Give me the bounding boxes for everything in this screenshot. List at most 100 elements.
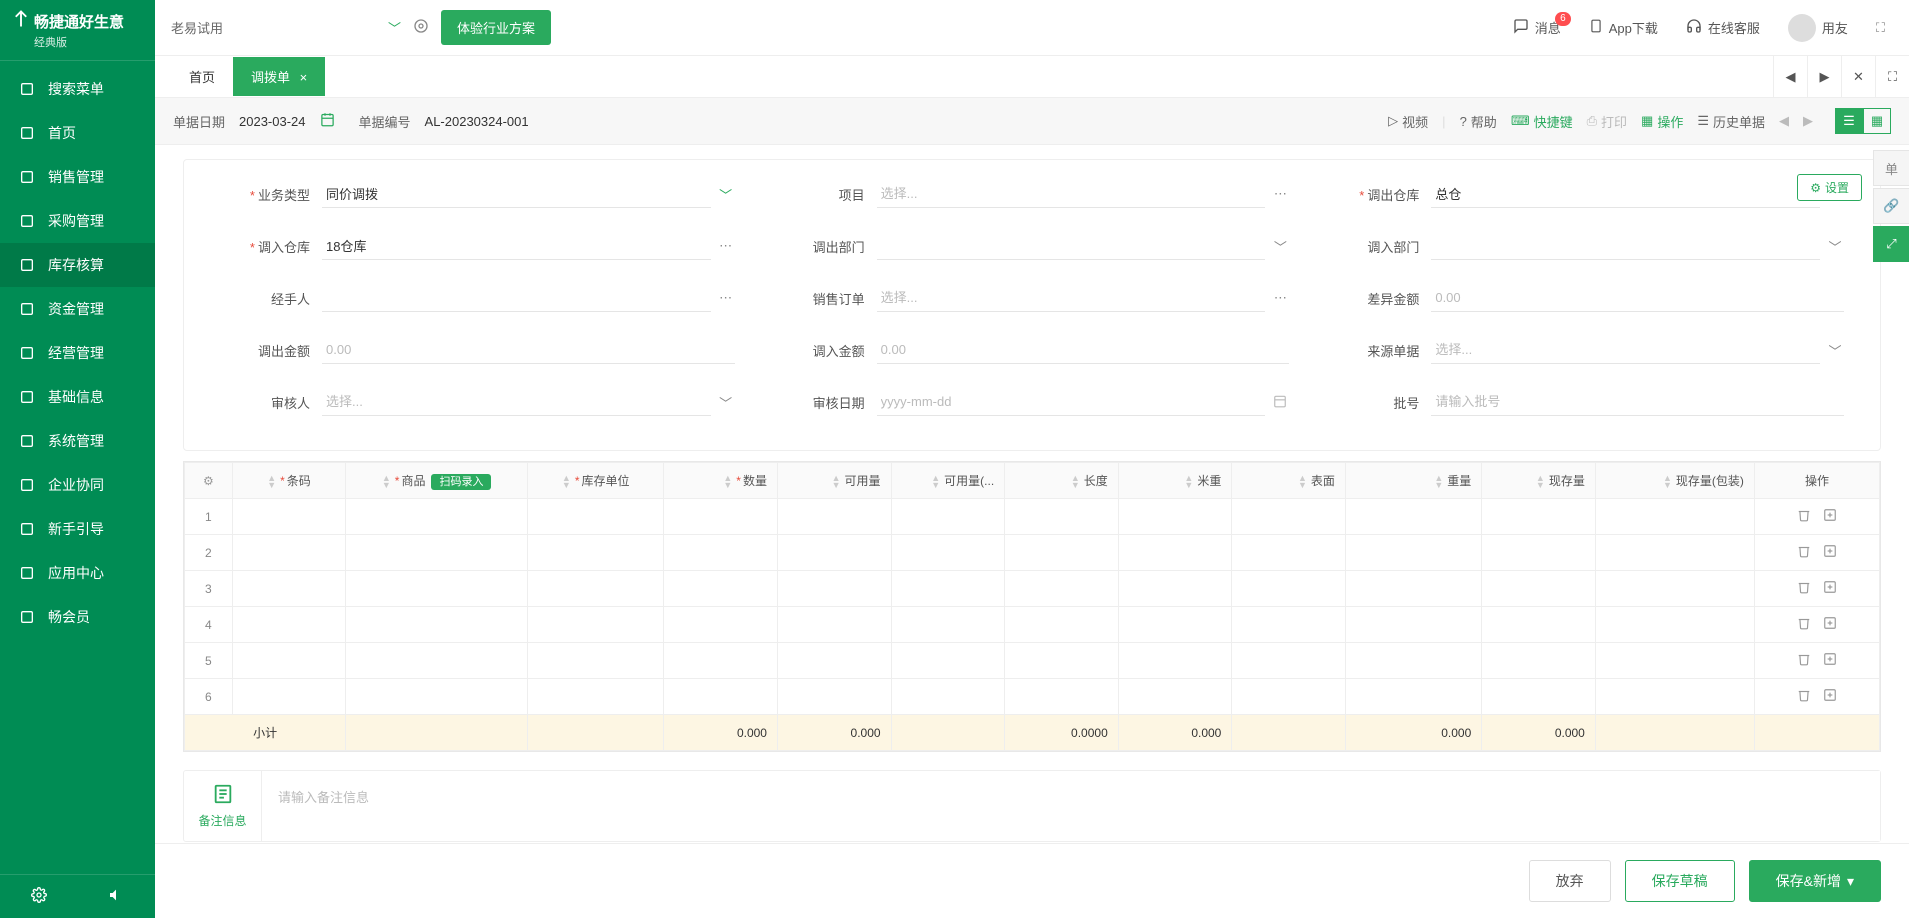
cell[interactable] [1595, 499, 1754, 535]
add-icon[interactable] [1823, 508, 1837, 525]
cell[interactable] [1005, 535, 1119, 571]
sidebar-item-11[interactable]: 应用中心 [0, 551, 155, 595]
view-list[interactable]: ☰ [1835, 108, 1863, 134]
table-row[interactable]: 5 [185, 643, 1880, 679]
form-settings-button[interactable]: ⚙ 设置 [1797, 174, 1862, 201]
tabs-next[interactable]: ▶ [1807, 56, 1841, 98]
chevron-down-icon[interactable]: ﹀ [1826, 341, 1844, 360]
cell[interactable] [1118, 607, 1232, 643]
cell[interactable] [528, 571, 664, 607]
print-action[interactable]: ⎙打印 [1587, 112, 1627, 131]
save-draft-button[interactable]: 保存草稿 [1625, 860, 1735, 902]
cell[interactable] [1595, 643, 1754, 679]
input-project[interactable] [877, 180, 1266, 208]
cell[interactable] [528, 607, 664, 643]
add-icon[interactable] [1823, 652, 1837, 669]
sidebar-item-9[interactable]: 企业协同 [0, 463, 155, 507]
tabs-expand[interactable]: ⛶ [1875, 56, 1909, 98]
scan-button[interactable]: 扫码录入 [431, 474, 491, 490]
delete-icon[interactable] [1797, 544, 1811, 561]
cell[interactable] [891, 643, 1005, 679]
cell[interactable] [1232, 499, 1346, 535]
cell[interactable] [1005, 499, 1119, 535]
cell[interactable] [664, 643, 778, 679]
cell[interactable] [664, 679, 778, 715]
col-stock[interactable]: ▲▼现存量 [1482, 463, 1596, 499]
col-avail-pkg[interactable]: ▲▼可用量(... [891, 463, 1005, 499]
sidebar-item-1[interactable]: 首页 [0, 111, 155, 155]
save-new-button[interactable]: 保存&新增 ▾ [1749, 860, 1881, 902]
cell[interactable] [1232, 679, 1346, 715]
input-in-dept[interactable] [1431, 232, 1820, 260]
sidebar-item-8[interactable]: 系统管理 [0, 419, 155, 463]
rail-expand-icon[interactable]: ⤢ [1873, 226, 1909, 262]
cell[interactable] [1482, 499, 1596, 535]
cell[interactable] [232, 571, 346, 607]
cell[interactable] [528, 499, 664, 535]
sidebar-item-2[interactable]: 销售管理 [0, 155, 155, 199]
more-icon[interactable]: ⋯ [1271, 186, 1289, 202]
cell[interactable] [346, 535, 528, 571]
cell[interactable] [777, 499, 891, 535]
cell[interactable] [232, 607, 346, 643]
messages-button[interactable]: 消息 6 [1505, 18, 1569, 37]
cell[interactable] [528, 535, 664, 571]
add-icon[interactable] [1823, 580, 1837, 597]
cell[interactable] [232, 499, 346, 535]
cell[interactable] [777, 643, 891, 679]
cell[interactable] [1482, 607, 1596, 643]
cell[interactable] [1005, 679, 1119, 715]
cell[interactable] [232, 643, 346, 679]
col-meter-weight[interactable]: ▲▼米重 [1118, 463, 1232, 499]
col-settings[interactable]: ⚙ [185, 463, 233, 499]
cell[interactable] [891, 607, 1005, 643]
cell[interactable] [1482, 571, 1596, 607]
sidebar-item-12[interactable]: 畅会员 [0, 595, 155, 639]
table-row[interactable]: 1 [185, 499, 1880, 535]
cell[interactable] [1232, 535, 1346, 571]
video-action[interactable]: ▷视频 [1388, 112, 1428, 131]
industry-plan-button[interactable]: 体验行业方案 [441, 10, 551, 45]
cell[interactable] [1482, 679, 1596, 715]
cell[interactable] [1595, 571, 1754, 607]
cell[interactable] [232, 535, 346, 571]
col-product[interactable]: ▲▼*商品扫码录入 [346, 463, 528, 499]
cell[interactable] [891, 679, 1005, 715]
cell[interactable] [777, 535, 891, 571]
cell[interactable] [1345, 643, 1481, 679]
chevron-down-icon[interactable]: ﹀ [1826, 237, 1844, 256]
cell[interactable] [1232, 643, 1346, 679]
col-weight[interactable]: ▲▼重量 [1345, 463, 1481, 499]
add-icon[interactable] [1823, 544, 1837, 561]
cell[interactable] [1595, 535, 1754, 571]
tabs-prev[interactable]: ◀ [1773, 56, 1807, 98]
rail-link-icon[interactable]: 🔗 [1873, 188, 1909, 224]
prev-record[interactable]: ◀ [1779, 113, 1789, 129]
add-icon[interactable] [1823, 688, 1837, 705]
col-stock-pkg[interactable]: ▲▼现存量(包装) [1595, 463, 1754, 499]
sidebar-item-5[interactable]: 资金管理 [0, 287, 155, 331]
delete-icon[interactable] [1797, 616, 1811, 633]
cell[interactable] [1345, 571, 1481, 607]
cell[interactable] [891, 571, 1005, 607]
col-surface[interactable]: ▲▼表面 [1232, 463, 1346, 499]
table-row[interactable]: 6 [185, 679, 1880, 715]
help-action[interactable]: ?帮助 [1460, 112, 1497, 131]
cell[interactable] [664, 499, 778, 535]
cell[interactable] [1118, 535, 1232, 571]
input-in-wh[interactable] [322, 232, 711, 260]
add-icon[interactable] [1823, 616, 1837, 633]
col-barcode[interactable]: ▲▼*条码 [232, 463, 346, 499]
cell[interactable] [1482, 535, 1596, 571]
history-action[interactable]: ☰历史单据 [1697, 112, 1765, 131]
cell[interactable] [891, 535, 1005, 571]
input-reviewer[interactable] [322, 388, 711, 416]
fullscreen-icon[interactable]: ⛶ [1868, 20, 1893, 36]
cell[interactable] [1595, 607, 1754, 643]
cell[interactable] [346, 679, 528, 715]
sidebar-item-6[interactable]: 经营管理 [0, 331, 155, 375]
cell[interactable] [664, 535, 778, 571]
user-menu[interactable]: 用友 [1780, 14, 1856, 42]
tab-transfer[interactable]: 调拨单 × [233, 57, 325, 96]
cell[interactable] [1345, 499, 1481, 535]
